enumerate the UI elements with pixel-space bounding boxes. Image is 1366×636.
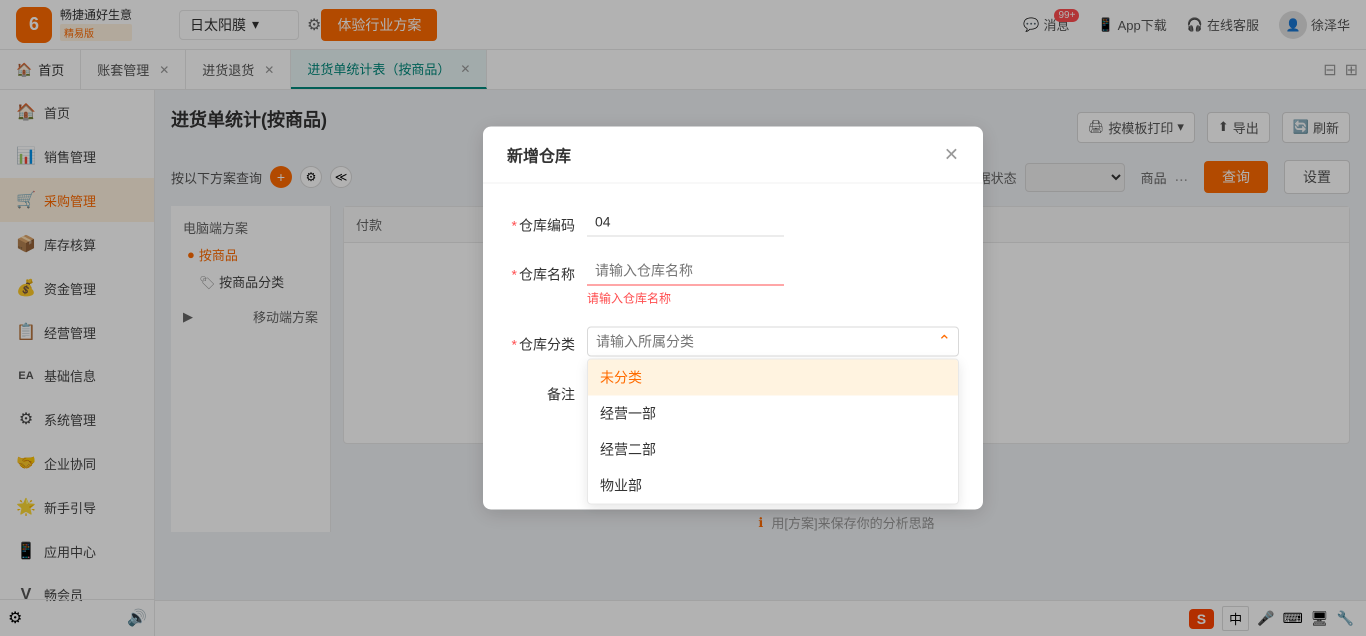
dropdown-item-uncategorized[interactable]: 未分类 — [588, 360, 958, 396]
name-label: 仓库名称 — [507, 257, 587, 285]
dropdown-item-label-0: 未分类 — [600, 370, 642, 386]
modal-close-btn[interactable]: ✕ — [944, 144, 959, 165]
form-row-code: 仓库编码 — [507, 208, 959, 237]
category-dropdown: 未分类 经营一部 经营二部 物业部 — [587, 359, 959, 505]
name-error-text: 请输入仓库名称 — [587, 290, 959, 307]
code-wrapper — [587, 208, 959, 237]
dropdown-item-label-3: 物业部 — [600, 478, 642, 494]
category-label: 仓库分类 — [507, 327, 587, 355]
form-row-name: 仓库名称 请输入仓库名称 — [507, 257, 959, 307]
add-warehouse-modal: 新增仓库 ✕ 仓库编码 仓库名称 请输入仓库名称 仓库分类 ⌃ — [483, 127, 983, 510]
dropdown-item-dept2[interactable]: 经营二部 — [588, 432, 958, 468]
note-label: 备注 — [507, 377, 587, 405]
name-wrapper: 请输入仓库名称 — [587, 257, 959, 307]
category-input[interactable] — [587, 327, 959, 357]
modal-title: 新增仓库 — [507, 143, 571, 167]
dropdown-item-label-2: 经营二部 — [600, 442, 656, 458]
dropdown-item-label-1: 经营一部 — [600, 406, 656, 422]
name-input[interactable] — [587, 257, 784, 286]
code-label: 仓库编码 — [507, 208, 587, 236]
modal-body: 仓库编码 仓库名称 请输入仓库名称 仓库分类 ⌃ 未分类 — [483, 184, 983, 450]
form-row-category: 仓库分类 ⌃ 未分类 经营一部 经营二部 物业部 — [507, 327, 959, 357]
code-input[interactable] — [587, 208, 784, 237]
dropdown-item-dept1[interactable]: 经营一部 — [588, 396, 958, 432]
dropdown-item-property[interactable]: 物业部 — [588, 468, 958, 504]
modal-header: 新增仓库 ✕ — [483, 127, 983, 184]
category-select-wrapper: ⌃ 未分类 经营一部 经营二部 物业部 — [587, 327, 959, 357]
